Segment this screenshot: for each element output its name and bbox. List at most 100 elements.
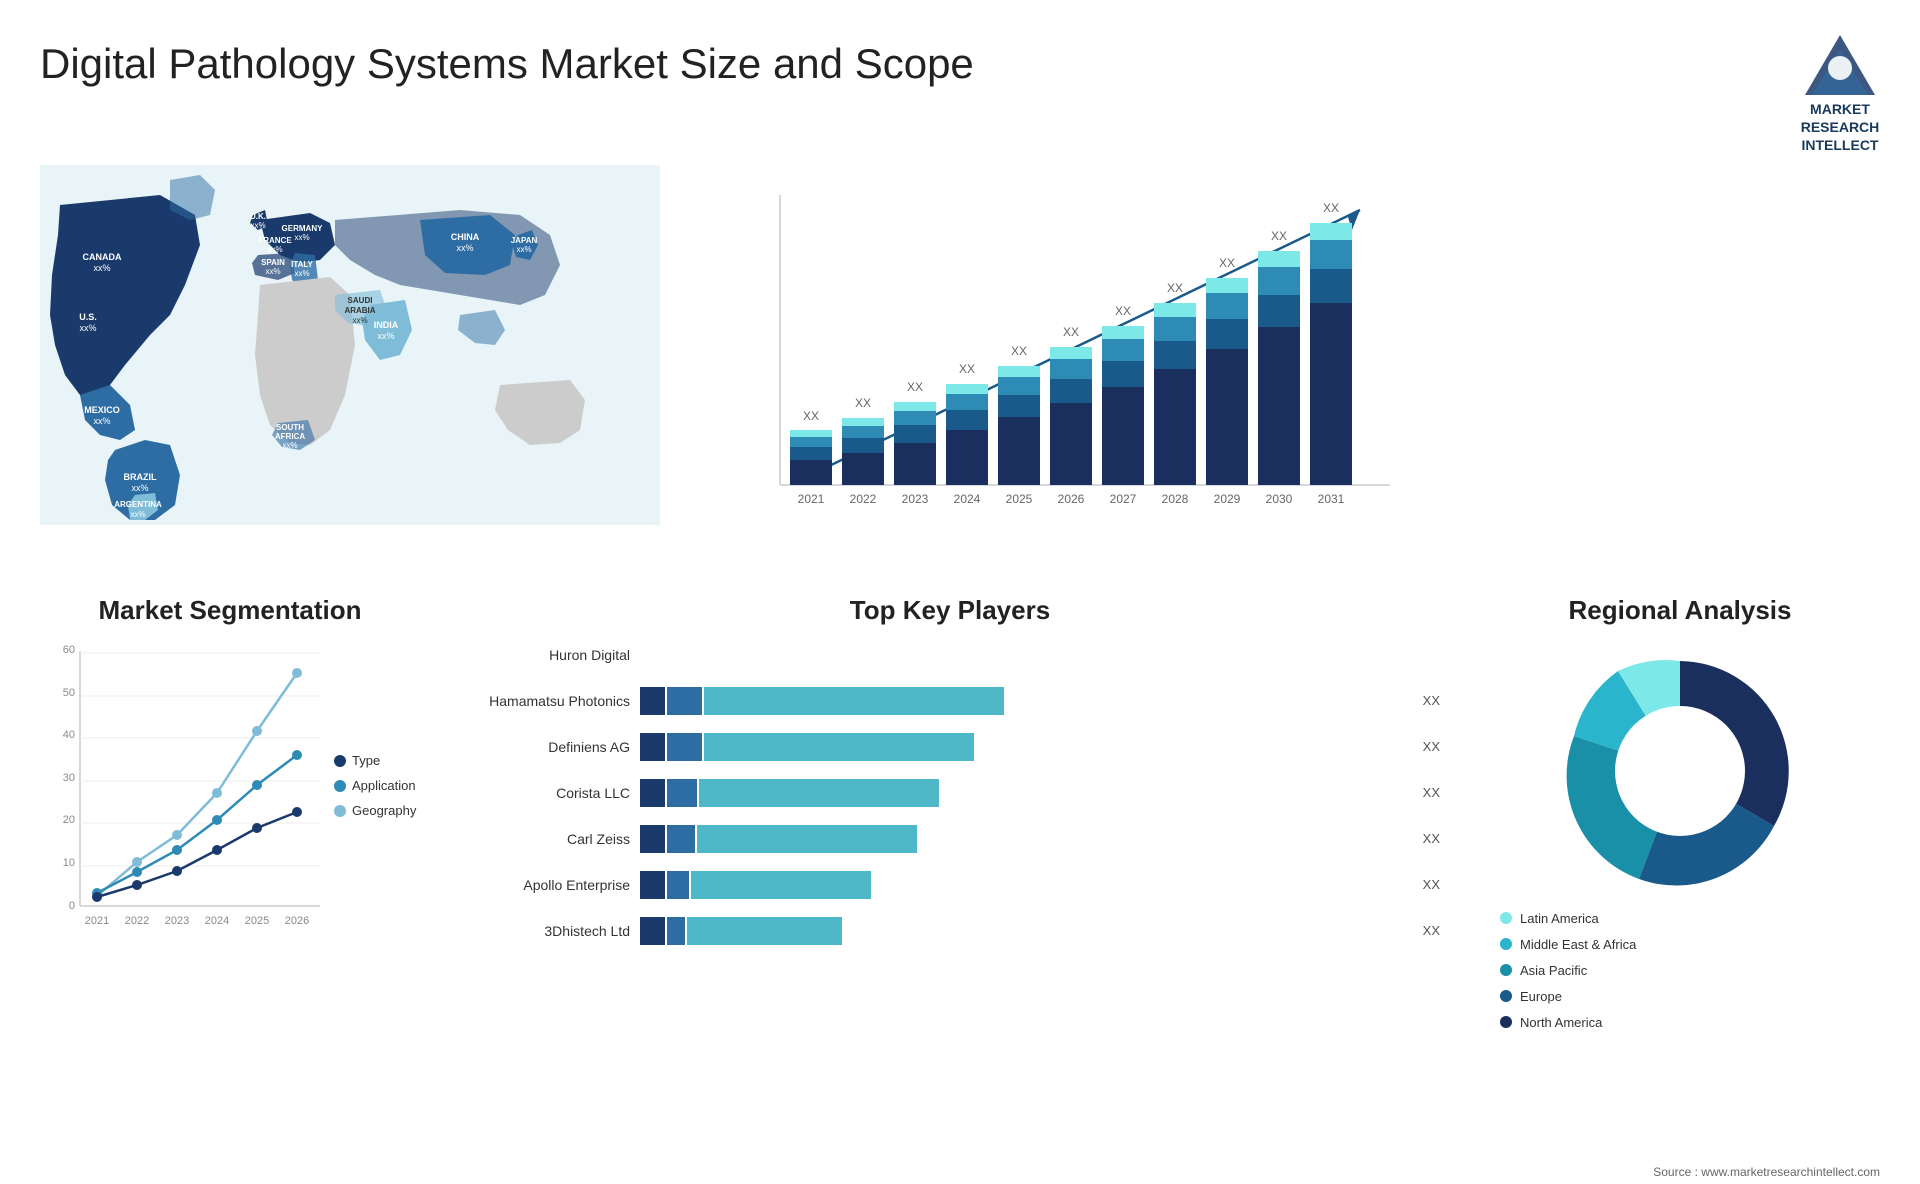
player-name-definiens: Definiens AG <box>460 739 630 755</box>
player-name-3dhistech: 3Dhistech Ltd <box>460 923 630 939</box>
world-map: CANADA xx% U.S. xx% MEXICO xx% BRAZIL xx… <box>40 165 660 545</box>
svg-text:XX: XX <box>1323 201 1339 215</box>
bar-dark <box>640 779 665 807</box>
legend-label-na: North America <box>1520 1015 1602 1030</box>
player-name-apollo: Apollo Enterprise <box>460 877 630 893</box>
bar-light <box>687 917 842 945</box>
svg-text:SPAIN: SPAIN <box>261 258 285 267</box>
player-bar-definiens <box>640 733 1407 761</box>
legend-europe: Europe <box>1500 989 1636 1004</box>
svg-text:xx%: xx% <box>250 221 265 230</box>
player-xx-corista: XX <box>1423 785 1440 800</box>
svg-text:xx%: xx% <box>93 416 110 426</box>
donut-chart-svg <box>1550 641 1810 901</box>
svg-text:2026: 2026 <box>1058 492 1085 506</box>
svg-text:xx%: xx% <box>131 483 148 493</box>
player-xx-3dhistech: XX <box>1423 923 1440 938</box>
svg-text:2022: 2022 <box>125 915 149 927</box>
svg-text:2027: 2027 <box>1110 492 1137 506</box>
player-name-hamamatsu: Hamamatsu Photonics <box>460 693 630 709</box>
bar-light <box>704 733 974 761</box>
logo-text: MARKET RESEARCH INTELLECT <box>1801 100 1880 155</box>
svg-text:10: 10 <box>63 857 75 869</box>
svg-text:CHINA: CHINA <box>451 232 480 242</box>
segmentation-chart: 0 10 20 30 40 50 60 2021 2022 2023 2024 … <box>40 641 420 981</box>
svg-text:XX: XX <box>1115 304 1131 318</box>
bar-mid <box>667 779 697 807</box>
legend-north-america: North America <box>1500 1015 1636 1030</box>
player-bar-huron <box>640 641 1440 669</box>
svg-text:xx%: xx% <box>516 245 531 254</box>
bottom-content: Market Segmentation 0 10 20 30 40 50 60 … <box>0 585 1920 1165</box>
bar-mid <box>667 871 689 899</box>
player-row-corista: Corista LLC XX <box>460 779 1440 807</box>
players-title: Top Key Players <box>460 595 1440 626</box>
bar-light <box>697 825 917 853</box>
player-row-definiens: Definiens AG XX <box>460 733 1440 761</box>
regional-section: Regional Analysis <box>1480 595 1880 1145</box>
legend-label-europe: Europe <box>1520 989 1562 1004</box>
bar-dark <box>640 917 665 945</box>
svg-text:40: 40 <box>63 729 75 741</box>
svg-text:2023: 2023 <box>902 492 929 506</box>
svg-text:2029: 2029 <box>1214 492 1241 506</box>
bar-mid <box>667 825 695 853</box>
world-map-section: CANADA xx% U.S. xx% MEXICO xx% BRAZIL xx… <box>40 165 690 585</box>
svg-text:U.K.: U.K. <box>250 212 266 221</box>
svg-text:BRAZIL: BRAZIL <box>124 472 157 482</box>
bar-mid <box>667 733 702 761</box>
bar-chart-svg: XX 2021 XX 2022 XX 2023 XX 2024 <box>730 175 1410 555</box>
bar-dark <box>640 825 665 853</box>
svg-text:xx%: xx% <box>265 267 280 276</box>
donut-chart-container: Latin America Middle East & Africa Asia … <box>1480 641 1880 1035</box>
top-content: CANADA xx% U.S. xx% MEXICO xx% BRAZIL xx… <box>0 165 1920 585</box>
svg-text:ARGENTINA: ARGENTINA <box>114 500 162 509</box>
segmentation-section: Market Segmentation 0 10 20 30 40 50 60 … <box>40 595 420 1145</box>
svg-text:Application: Application <box>352 778 416 793</box>
player-row-3dhistech: 3Dhistech Ltd XX <box>460 917 1440 945</box>
source-text: Source : www.marketresearchintellect.com <box>0 1165 1920 1184</box>
bar-chart-section: XX 2021 XX 2022 XX 2023 XX 2024 <box>690 165 1880 585</box>
player-name-corista: Corista LLC <box>460 785 630 801</box>
svg-text:30: 30 <box>63 772 75 784</box>
svg-text:xx%: xx% <box>352 316 367 325</box>
svg-text:2021: 2021 <box>85 915 109 927</box>
svg-text:XX: XX <box>1271 229 1287 243</box>
player-row-apollo: Apollo Enterprise XX <box>460 871 1440 899</box>
svg-text:XX: XX <box>1167 281 1183 295</box>
legend-dot-na <box>1500 1016 1512 1028</box>
svg-text:xx%: xx% <box>79 323 96 333</box>
svg-text:GERMANY: GERMANY <box>282 224 324 233</box>
svg-text:2026: 2026 <box>285 915 309 927</box>
page-title: Digital Pathology Systems Market Size an… <box>40 40 974 88</box>
svg-text:Geography: Geography <box>352 803 417 818</box>
logo-icon <box>1800 30 1880 100</box>
regional-legend: Latin America Middle East & Africa Asia … <box>1500 911 1636 1035</box>
svg-text:XX: XX <box>1219 256 1235 270</box>
bar-dark <box>640 871 665 899</box>
svg-text:XX: XX <box>907 380 923 394</box>
svg-text:2023: 2023 <box>165 915 189 927</box>
svg-text:2031: 2031 <box>1318 492 1345 506</box>
svg-text:CANADA: CANADA <box>83 252 122 262</box>
svg-text:Type: Type <box>352 753 380 768</box>
bar-light <box>699 779 939 807</box>
svg-text:U.S.: U.S. <box>79 312 97 322</box>
svg-text:xx%: xx% <box>456 243 473 253</box>
svg-text:xx%: xx% <box>267 245 282 254</box>
svg-text:2022: 2022 <box>850 492 877 506</box>
svg-text:XX: XX <box>1011 344 1027 358</box>
svg-text:SAUDI: SAUDI <box>348 296 373 305</box>
regional-title: Regional Analysis <box>1480 595 1880 626</box>
svg-text:2021: 2021 <box>798 492 825 506</box>
bar-light <box>691 871 871 899</box>
svg-text:60: 60 <box>63 644 75 656</box>
svg-text:ARABIA: ARABIA <box>344 306 375 315</box>
svg-text:2024: 2024 <box>205 915 229 927</box>
svg-text:xx%: xx% <box>377 331 394 341</box>
player-bar-apollo <box>640 871 1407 899</box>
legend-latin-america: Latin America <box>1500 911 1636 926</box>
player-xx-hamamatsu: XX <box>1423 693 1440 708</box>
svg-text:0: 0 <box>69 900 75 912</box>
svg-text:2025: 2025 <box>1006 492 1033 506</box>
